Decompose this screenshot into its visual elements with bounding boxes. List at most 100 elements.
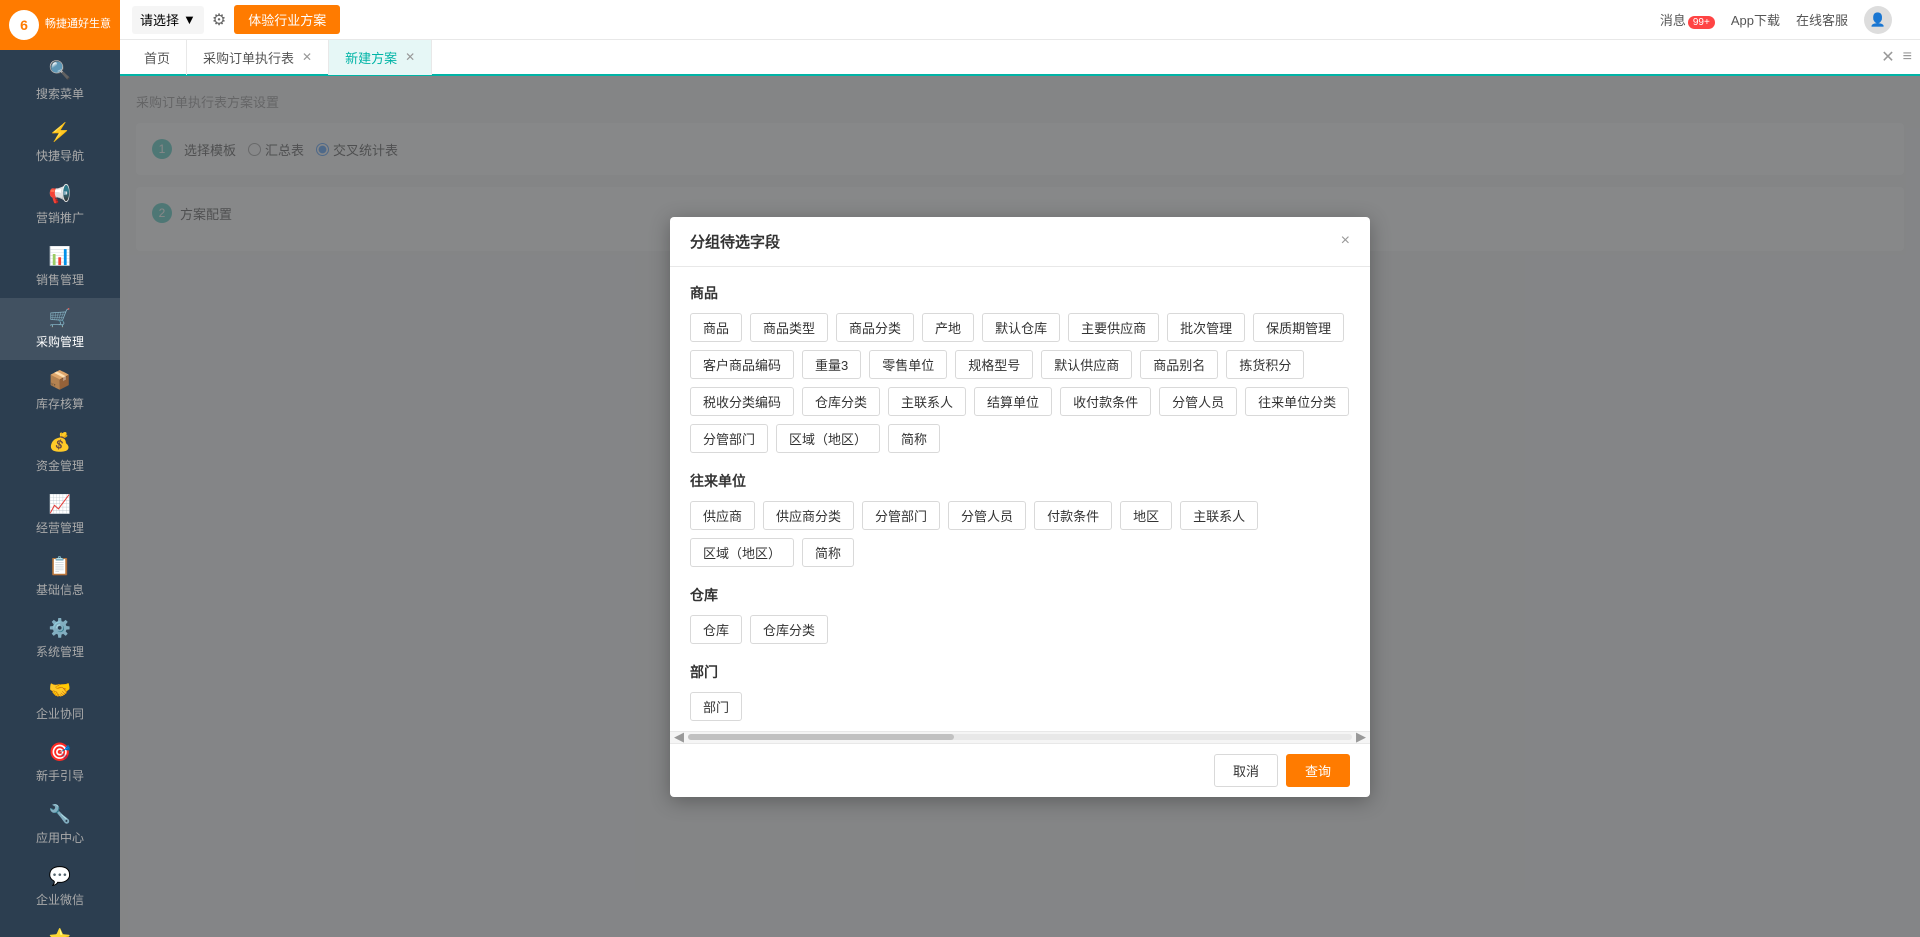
field-tag-product-21[interactable]: 往来单位分类 [1245, 387, 1349, 416]
field-tag-product-6[interactable]: 批次管理 [1167, 313, 1245, 342]
field-tag-counterpart-5[interactable]: 地区 [1120, 501, 1172, 530]
sidebar-item-collaboration[interactable]: 🤝 企业协同 [0, 670, 120, 732]
field-tag-product-0[interactable]: 商品 [690, 313, 742, 342]
experience-btn[interactable]: 体验行业方案 [234, 5, 340, 34]
avatar[interactable]: 👤 [1864, 6, 1892, 34]
tab-new-plan-close-icon[interactable]: ✕ [405, 50, 415, 64]
sidebar-item-search[interactable]: 🔍 搜索菜单 [0, 50, 120, 112]
field-group-counterpart: 往来单位 供应商 供应商分类 分管部门 分管人员 付款条件 地区 主联系人 区域… [690, 471, 1350, 567]
sidebar-item-member[interactable]: ⭐ 畅会员 [0, 918, 120, 937]
sidebar-logo: 6 畅捷通好生意 [0, 0, 120, 50]
online-service-link[interactable]: 在线客服 [1796, 10, 1848, 29]
field-tag-product-19[interactable]: 收付款条件 [1060, 387, 1151, 416]
sidebar-item-sales[interactable]: 📊 销售管理 [0, 236, 120, 298]
field-tag-product-14[interactable]: 拣货积分 [1226, 350, 1304, 379]
field-group-department: 部门 部门 [690, 662, 1350, 721]
sidebar-item-app-center[interactable]: 🔧 应用中心 [0, 794, 120, 856]
purchase-icon: 🛒 [49, 308, 71, 329]
dropdown-arrow-icon: ▼ [183, 12, 196, 27]
app-center-icon: 🔧 [49, 804, 71, 825]
tab-bar-close-icon[interactable]: ✕ [1881, 47, 1894, 67]
sidebar-item-inventory[interactable]: 📦 库存核算 [0, 360, 120, 422]
field-tag-counterpart-8[interactable]: 简称 [802, 538, 854, 567]
sidebar-item-system[interactable]: ⚙️ 系统管理 [0, 608, 120, 670]
field-tag-counterpart-1[interactable]: 供应商分类 [763, 501, 854, 530]
logo-icon: 6 [9, 10, 39, 40]
field-tag-product-12[interactable]: 默认供应商 [1041, 350, 1132, 379]
field-tag-product-17[interactable]: 主联系人 [888, 387, 966, 416]
sidebar-item-label: 采购管理 [36, 333, 84, 350]
modal-header: 分组待选字段 × [670, 217, 1370, 267]
field-tag-product-24[interactable]: 简称 [888, 424, 940, 453]
tab-bar: 首页 采购订单执行表 ✕ 新建方案 ✕ ✕ ≡ [120, 40, 1920, 76]
logo-text: 畅捷通好生意 [45, 18, 111, 31]
field-tag-counterpart-4[interactable]: 付款条件 [1034, 501, 1112, 530]
tab-purchase-close-icon[interactable]: ✕ [302, 50, 312, 64]
tab-new-plan[interactable]: 新建方案 ✕ [329, 39, 432, 75]
field-tag-product-10[interactable]: 零售单位 [869, 350, 947, 379]
sidebar-item-purchase[interactable]: 🛒 采购管理 [0, 298, 120, 360]
field-tags-warehouse: 仓库 仓库分类 [690, 615, 1350, 644]
field-tag-product-11[interactable]: 规格型号 [955, 350, 1033, 379]
sidebar: 6 畅捷通好生意 🔍 搜索菜单 ⚡ 快捷导航 📢 营销推广 📊 销售管理 🛒 采… [0, 0, 120, 937]
app-download-link[interactable]: App下载 [1731, 10, 1780, 29]
sidebar-item-label: 资金管理 [36, 457, 84, 474]
field-tag-product-15[interactable]: 税收分类编码 [690, 387, 794, 416]
system-icon: ⚙️ [49, 618, 71, 639]
notification-badge: 99+ [1688, 16, 1715, 29]
field-tag-department-0[interactable]: 部门 [690, 692, 742, 721]
sidebar-item-finance[interactable]: 💰 资金管理 [0, 422, 120, 484]
sidebar-item-wechat[interactable]: 💬 企业微信 [0, 856, 120, 918]
field-group-product: 商品 商品 商品类型 商品分类 产地 默认仓库 主要供应商 批次管理 保质期管理… [690, 283, 1350, 453]
tab-purchase-list[interactable]: 采购订单执行表 ✕ [187, 39, 329, 75]
field-tag-product-13[interactable]: 商品别名 [1140, 350, 1218, 379]
field-tag-product-4[interactable]: 默认仓库 [982, 313, 1060, 342]
field-tag-counterpart-7[interactable]: 区域（地区） [690, 538, 794, 567]
sidebar-item-guide[interactable]: 🎯 新手引导 [0, 732, 120, 794]
field-tag-counterpart-0[interactable]: 供应商 [690, 501, 755, 530]
field-tag-product-5[interactable]: 主要供应商 [1068, 313, 1159, 342]
modal-horizontal-scrollbar[interactable]: ◀ ▶ [670, 731, 1370, 743]
sidebar-item-marketing[interactable]: 📢 营销推广 [0, 174, 120, 236]
field-tag-product-7[interactable]: 保质期管理 [1253, 313, 1344, 342]
confirm-button[interactable]: 查询 [1286, 754, 1350, 787]
sidebar-item-label: 企业协同 [36, 705, 84, 722]
field-tag-product-22[interactable]: 分管部门 [690, 424, 768, 453]
field-tag-counterpart-2[interactable]: 分管部门 [862, 501, 940, 530]
field-tag-product-23[interactable]: 区域（地区） [776, 424, 880, 453]
field-tag-product-1[interactable]: 商品类型 [750, 313, 828, 342]
sidebar-item-basic-info[interactable]: 📋 基础信息 [0, 546, 120, 608]
field-tag-product-18[interactable]: 结算单位 [974, 387, 1052, 416]
guide-icon: 🎯 [49, 742, 71, 763]
sidebar-item-label: 系统管理 [36, 643, 84, 660]
notification-item[interactable]: 消息99+ [1660, 10, 1715, 29]
field-tag-warehouse-0[interactable]: 仓库 [690, 615, 742, 644]
modal-title: 分组待选字段 [690, 231, 780, 252]
settings-gear-icon[interactable]: ⚙ [212, 10, 226, 30]
sidebar-item-label: 销售管理 [36, 271, 84, 288]
sidebar-item-operations[interactable]: 📈 经营管理 [0, 484, 120, 546]
field-tag-product-9[interactable]: 重量3 [802, 350, 861, 379]
hscroll-thumb[interactable] [688, 734, 954, 740]
field-tag-product-3[interactable]: 产地 [922, 313, 974, 342]
field-tag-counterpart-3[interactable]: 分管人员 [948, 501, 1026, 530]
tab-home[interactable]: 首页 [128, 39, 187, 75]
top-nav: 请选择 ▼ ⚙ 体验行业方案 [132, 5, 1660, 34]
cancel-button[interactable]: 取消 [1214, 754, 1278, 787]
field-tag-product-8[interactable]: 客户商品编码 [690, 350, 794, 379]
field-tag-counterpart-6[interactable]: 主联系人 [1180, 501, 1258, 530]
field-tag-warehouse-1[interactable]: 仓库分类 [750, 615, 828, 644]
sidebar-item-label: 企业微信 [36, 891, 84, 908]
modal-close-btn[interactable]: × [1341, 232, 1350, 250]
sales-icon: 📊 [49, 246, 71, 267]
field-tag-product-20[interactable]: 分管人员 [1159, 387, 1237, 416]
nav-dropdown[interactable]: 请选择 ▼ [132, 6, 204, 34]
field-tag-product-16[interactable]: 仓库分类 [802, 387, 880, 416]
operations-icon: 📈 [49, 494, 71, 515]
field-tag-product-2[interactable]: 商品分类 [836, 313, 914, 342]
tab-new-plan-label: 新建方案 [345, 48, 397, 67]
sidebar-item-quick-nav[interactable]: ⚡ 快捷导航 [0, 112, 120, 174]
modal-footer: 取消 查询 [670, 743, 1370, 797]
tab-bar-menu-icon[interactable]: ≡ [1903, 48, 1912, 66]
field-tags-product: 商品 商品类型 商品分类 产地 默认仓库 主要供应商 批次管理 保质期管理 客户… [690, 313, 1350, 453]
